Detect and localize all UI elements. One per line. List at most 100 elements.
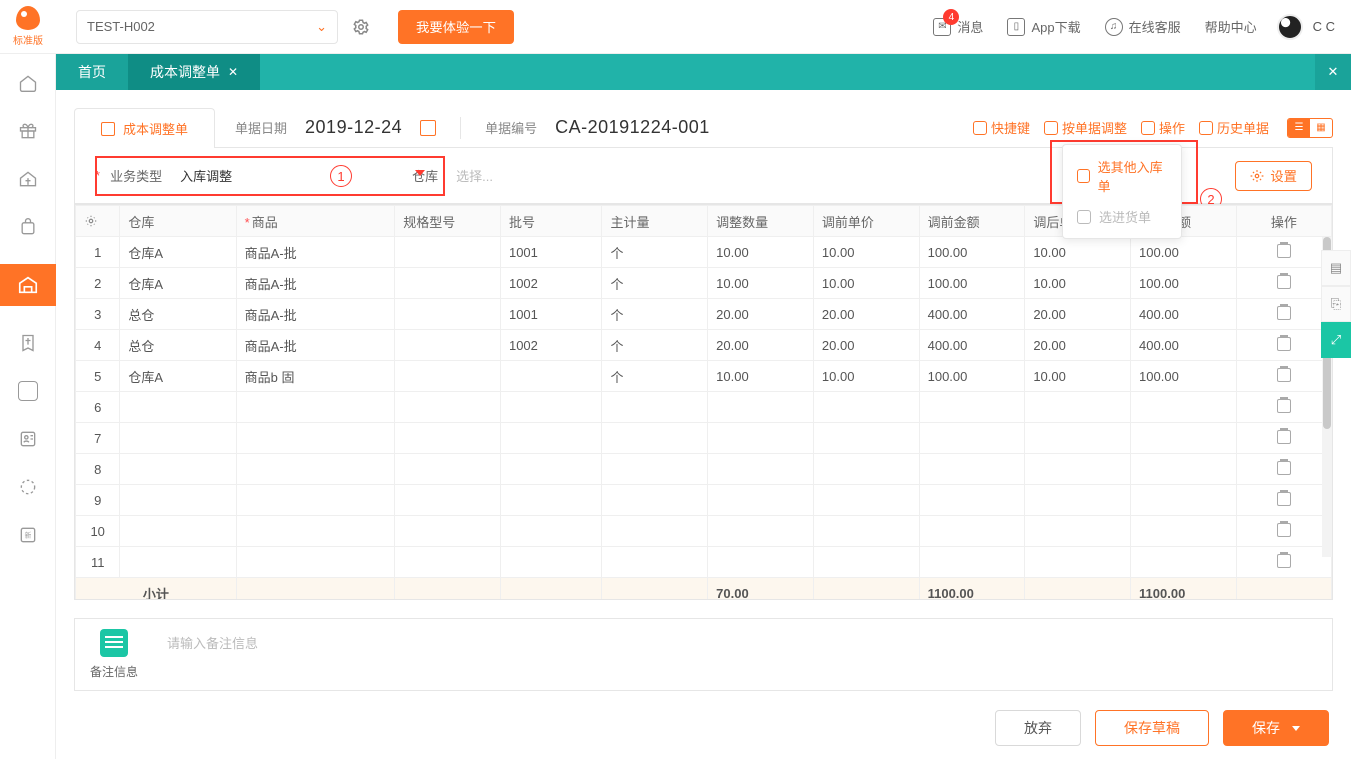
cell-batch[interactable] xyxy=(500,516,601,547)
cell-price-after[interactable]: 10.00 xyxy=(1025,237,1131,268)
nav-home[interactable] xyxy=(17,72,39,94)
cell-price-after[interactable] xyxy=(1025,423,1131,454)
app-download-link[interactable]: ▯ App下载 xyxy=(1007,17,1080,36)
cell-amt-before[interactable]: 100.00 xyxy=(919,268,1025,299)
cell-qty[interactable]: 10.00 xyxy=(708,361,814,392)
cell-price-after[interactable] xyxy=(1025,516,1131,547)
cell-delete[interactable] xyxy=(1236,516,1331,547)
doc-date-value[interactable]: 2019-12-24 xyxy=(305,117,402,138)
cell-spec[interactable] xyxy=(395,330,501,361)
cell-delete[interactable] xyxy=(1236,454,1331,485)
table-row[interactable]: 3总仓商品A-批1001个20.0020.00400.0020.00400.00 xyxy=(76,299,1332,330)
col-amt-before[interactable]: 调前金额 xyxy=(919,206,1025,237)
cell-product[interactable] xyxy=(236,423,395,454)
cell-amt-after[interactable]: 400.00 xyxy=(1131,330,1237,361)
cell-delete[interactable] xyxy=(1236,485,1331,516)
save-draft-button[interactable]: 保存草稿 xyxy=(1095,710,1209,746)
cell-amt-after[interactable]: 400.00 xyxy=(1131,299,1237,330)
cell-batch[interactable] xyxy=(500,454,601,485)
cell-spec[interactable] xyxy=(395,547,501,578)
messages-link[interactable]: ✉ 4 消息 xyxy=(933,17,983,36)
cell-warehouse[interactable] xyxy=(120,516,236,547)
table-row[interactable]: 6 xyxy=(76,392,1332,423)
action-shortcut[interactable]: 快捷键 xyxy=(973,118,1030,137)
cell-qty[interactable] xyxy=(708,392,814,423)
cell-batch[interactable] xyxy=(500,547,601,578)
cell-product[interactable]: 商品A-批 xyxy=(236,299,395,330)
cell-price-before[interactable]: 10.00 xyxy=(813,361,919,392)
action-operate[interactable]: 操作 xyxy=(1141,118,1185,137)
cell-warehouse[interactable] xyxy=(120,485,236,516)
table-row[interactable]: 11 xyxy=(76,547,1332,578)
cell-batch[interactable]: 1001 xyxy=(500,299,601,330)
nav-finance[interactable] xyxy=(17,332,39,354)
cell-amt-after[interactable] xyxy=(1131,547,1237,578)
nav-new[interactable]: 新 xyxy=(17,524,39,546)
close-all-tabs[interactable]: ✕ xyxy=(1315,54,1351,90)
cell-product[interactable] xyxy=(236,392,395,423)
cell-price-after[interactable] xyxy=(1025,485,1131,516)
cell-qty[interactable]: 10.00 xyxy=(708,268,814,299)
cell-amt-before[interactable] xyxy=(919,454,1025,485)
gear-icon[interactable] xyxy=(352,18,370,36)
cell-amt-before[interactable] xyxy=(919,516,1025,547)
col-uom[interactable]: 主计量 xyxy=(602,206,708,237)
cell-qty[interactable] xyxy=(708,485,814,516)
popup-item-other-inbound[interactable]: 选其他入库单 xyxy=(1063,151,1181,201)
cell-product[interactable] xyxy=(236,454,395,485)
cell-price-after[interactable]: 10.00 xyxy=(1025,268,1131,299)
cell-warehouse[interactable] xyxy=(120,392,236,423)
cell-uom[interactable]: 个 xyxy=(602,268,708,299)
cell-price-after[interactable]: 20.00 xyxy=(1025,330,1131,361)
online-service-link[interactable]: ♫ 在线客服 xyxy=(1105,17,1181,36)
cell-amt-after[interactable] xyxy=(1131,485,1237,516)
cell-delete[interactable] xyxy=(1236,547,1331,578)
action-by-doc-adjust[interactable]: 按单据调整 xyxy=(1044,118,1127,137)
cell-warehouse[interactable]: 总仓 xyxy=(120,299,236,330)
cell-warehouse[interactable]: 仓库A xyxy=(120,268,236,299)
cell-amt-before[interactable]: 100.00 xyxy=(919,237,1025,268)
cell-spec[interactable] xyxy=(395,299,501,330)
cell-uom[interactable]: 个 xyxy=(602,237,708,268)
rail-link-icon[interactable]: ⎘ xyxy=(1321,286,1351,322)
nav-warehouse-active[interactable] xyxy=(0,264,56,306)
col-price-before[interactable]: 调前单价 xyxy=(813,206,919,237)
cell-batch[interactable] xyxy=(500,423,601,454)
cell-uom[interactable]: 个 xyxy=(602,361,708,392)
cell-price-before[interactable]: 10.00 xyxy=(813,237,919,268)
cell-price-before[interactable] xyxy=(813,392,919,423)
col-qty[interactable]: 调整数量 xyxy=(708,206,814,237)
cell-price-before[interactable]: 20.00 xyxy=(813,330,919,361)
nav-gift[interactable] xyxy=(17,120,39,142)
cell-amt-before[interactable]: 400.00 xyxy=(919,330,1025,361)
tab-home[interactable]: 首页 xyxy=(56,54,128,90)
cell-spec[interactable] xyxy=(395,361,501,392)
cell-amt-after[interactable]: 100.00 xyxy=(1131,361,1237,392)
cell-price-before[interactable]: 20.00 xyxy=(813,299,919,330)
cell-qty[interactable] xyxy=(708,423,814,454)
cell-amt-before[interactable] xyxy=(919,547,1025,578)
cell-batch[interactable]: 1001 xyxy=(500,237,601,268)
user-menu[interactable]: C C xyxy=(1277,14,1335,40)
action-history[interactable]: 历史单据 xyxy=(1199,118,1269,137)
cell-price-before[interactable] xyxy=(813,423,919,454)
cell-delete[interactable] xyxy=(1236,268,1331,299)
col-warehouse[interactable]: 仓库 xyxy=(120,206,236,237)
col-batch[interactable]: 批号 xyxy=(500,206,601,237)
cell-qty[interactable] xyxy=(708,547,814,578)
col-config[interactable] xyxy=(76,206,120,237)
remarks-input[interactable] xyxy=(153,619,1332,690)
cell-delete[interactable] xyxy=(1236,361,1331,392)
cell-batch[interactable]: 1002 xyxy=(500,330,601,361)
save-button[interactable]: 保存 xyxy=(1223,710,1329,746)
rail-note-icon[interactable]: ▤ xyxy=(1321,250,1351,286)
org-selector[interactable]: TEST-H002 ⌄ xyxy=(76,10,338,44)
view-toggle[interactable]: ☰ ▦ xyxy=(1287,118,1333,138)
doc-type-tab[interactable]: 成本调整单 xyxy=(74,108,215,148)
cell-qty[interactable]: 20.00 xyxy=(708,299,814,330)
table-row[interactable]: 1仓库A商品A-批1001个10.0010.00100.0010.00100.0… xyxy=(76,237,1332,268)
tab-cost-adjust[interactable]: 成本调整单 ✕ xyxy=(128,54,260,90)
cell-price-before[interactable]: 10.00 xyxy=(813,268,919,299)
card-view-icon[interactable]: ▦ xyxy=(1310,119,1332,137)
cell-spec[interactable] xyxy=(395,423,501,454)
